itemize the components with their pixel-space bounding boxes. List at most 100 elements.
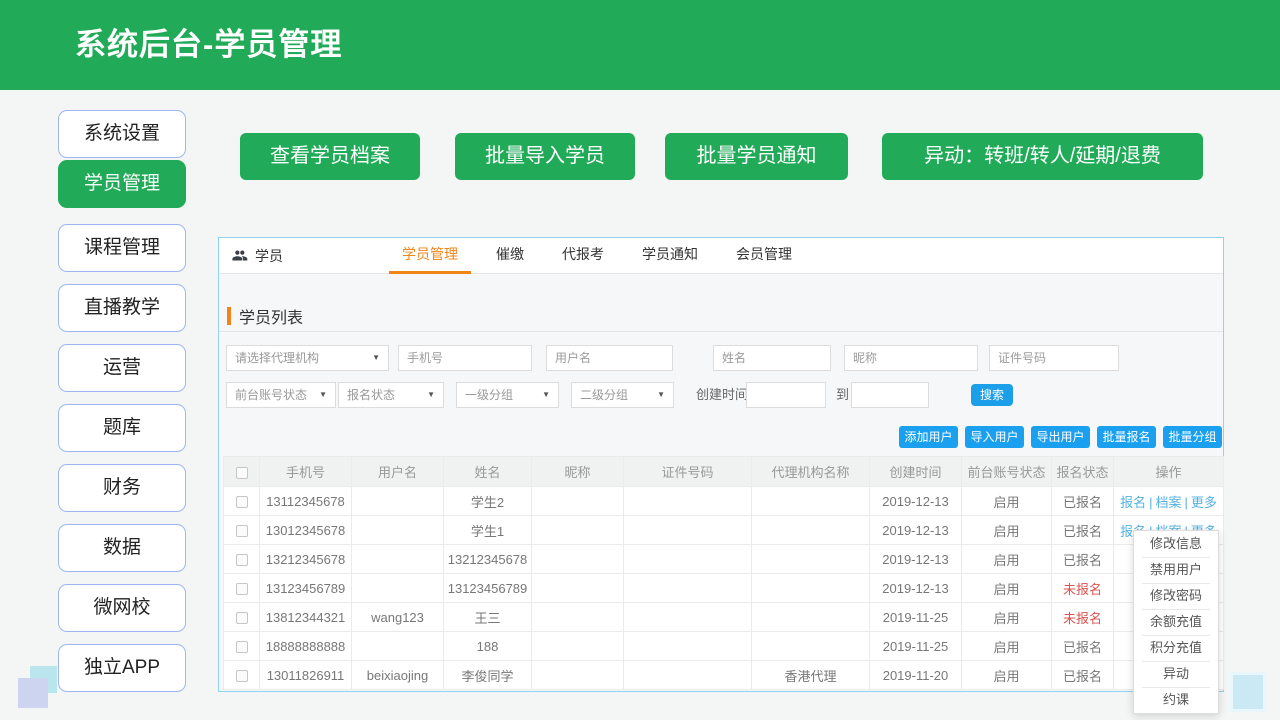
col-operations: 操作 — [1114, 457, 1224, 487]
cell-created: 2019-12-13 — [870, 574, 962, 603]
sidebar-item-student-management[interactable]: 学员管理 — [58, 160, 186, 208]
col-name: 姓名 — [444, 457, 532, 487]
menu-item-disable-user[interactable]: 禁用用户 — [1134, 557, 1218, 583]
group-level2-value: 二级分组 — [580, 388, 628, 402]
group-level1-select[interactable]: 一级分组 ▼ — [456, 382, 559, 408]
created-to-date-input[interactable] — [851, 382, 929, 408]
archive-link[interactable]: 档案 — [1155, 495, 1181, 510]
agency-select[interactable]: 请选择代理机构 ▼ — [226, 345, 389, 371]
more-link[interactable]: 更多 — [1191, 495, 1217, 510]
row-checkbox[interactable] — [236, 583, 248, 595]
view-student-archive-button[interactable]: 查看学员档案 — [240, 133, 420, 180]
account-status-select[interactable]: 前台账号状态 ▼ — [226, 382, 336, 408]
cell-username — [352, 545, 444, 574]
tab-student-notice[interactable]: 学员通知 — [629, 238, 711, 274]
decor-square-lavender — [18, 678, 48, 708]
cell-phone: 13812344321 — [260, 603, 352, 632]
menu-item-change-password[interactable]: 修改密码 — [1134, 583, 1218, 609]
username-input[interactable] — [546, 345, 673, 371]
col-account-status: 前台账号状态 — [962, 457, 1052, 487]
cell-signup-status: 已报名 — [1052, 487, 1114, 516]
sidebar-item-course-management[interactable]: 课程管理 — [58, 224, 186, 272]
tab-student-management[interactable]: 学员管理 — [389, 238, 471, 274]
menu-item-balance-recharge[interactable]: 余额充值 — [1134, 609, 1218, 635]
panel-tabs: 学员管理 催缴 代报考 学员通知 会员管理 — [383, 238, 811, 274]
row-checkbox[interactable] — [236, 525, 248, 537]
tab-proxy-exam[interactable]: 代报考 — [549, 238, 617, 274]
batch-signup-button[interactable]: 批量报名 — [1097, 426, 1156, 448]
nickname-input[interactable] — [844, 345, 978, 371]
cell-account-status: 启用 — [962, 603, 1052, 632]
cell-created: 2019-11-25 — [870, 603, 962, 632]
sidebar-item-operations[interactable]: 运营 — [58, 344, 186, 392]
row-checkbox[interactable] — [236, 496, 248, 508]
cell-id-number — [624, 487, 752, 516]
sidebar-item-finance[interactable]: 财务 — [58, 464, 186, 512]
tab-member-management[interactable]: 会员管理 — [723, 238, 805, 274]
table-row: 13212345678 13212345678 2019-12-13 启用 已报… — [224, 545, 1224, 574]
cell-nickname — [532, 603, 624, 632]
signup-status-select[interactable]: 报名状态 ▼ — [338, 382, 444, 408]
section-title: 学员列表 — [239, 304, 303, 328]
sidebar-item-data[interactable]: 数据 — [58, 524, 186, 572]
menu-item-edit-info[interactable]: 修改信息 — [1134, 531, 1218, 557]
phone-input[interactable] — [398, 345, 532, 371]
search-button[interactable]: 搜索 — [971, 384, 1013, 406]
cell-operations: 报名|档案|更多 — [1114, 487, 1224, 516]
created-from-date-input[interactable] — [746, 382, 826, 408]
import-users-button[interactable]: 导入用户 — [965, 426, 1024, 448]
signup-link[interactable]: 报名 — [1120, 495, 1146, 510]
export-users-button[interactable]: 导出用户 — [1031, 426, 1090, 448]
select-all-checkbox[interactable] — [236, 467, 248, 479]
agency-select-value: 请选择代理机构 — [235, 351, 319, 365]
cell-signup-status: 未报名 — [1052, 574, 1114, 603]
add-user-button[interactable]: 添加用户 — [899, 426, 958, 448]
col-nickname: 昵称 — [532, 457, 624, 487]
id-number-input[interactable] — [989, 345, 1119, 371]
menu-item-book-lesson[interactable]: 约课 — [1134, 687, 1218, 713]
menu-item-change[interactable]: 异动 — [1134, 661, 1218, 687]
sidebar: 系统设置 学员管理 课程管理 直播教学 运营 题库 财务 数据 微网校 独立AP… — [58, 110, 186, 704]
table-actions: 添加用户 导入用户 导出用户 批量报名 批量分组 — [219, 426, 1223, 448]
cell-name: 188 — [444, 632, 532, 661]
cell-name: 13212345678 — [444, 545, 532, 574]
group-level2-select[interactable]: 二级分组 ▼ — [571, 382, 674, 408]
cell-phone: 18888888888 — [260, 632, 352, 661]
batch-student-notify-button[interactable]: 批量学员通知 — [665, 133, 848, 180]
cell-phone: 13123456789 — [260, 574, 352, 603]
cell-id-number — [624, 603, 752, 632]
link-separator: | — [1149, 495, 1152, 510]
sidebar-item-live-teaching[interactable]: 直播教学 — [58, 284, 186, 332]
batch-group-button[interactable]: 批量分组 — [1163, 426, 1222, 448]
page-title: 系统后台-学员管理 — [75, 0, 342, 90]
cell-created: 2019-11-25 — [870, 632, 962, 661]
menu-item-points-recharge[interactable]: 积分充值 — [1134, 635, 1218, 661]
sidebar-item-system-settings[interactable]: 系统设置 — [58, 110, 186, 158]
student-change-button[interactable]: 异动：转班/转人/延期/退费 — [882, 133, 1203, 180]
cell-name: 13123456789 — [444, 574, 532, 603]
section-accent-bar — [227, 307, 231, 325]
signup-status-value: 报名状态 — [347, 388, 395, 402]
cell-agency — [752, 574, 870, 603]
sidebar-item-question-bank[interactable]: 题库 — [58, 404, 186, 452]
row-checkbox[interactable] — [236, 554, 248, 566]
row-checkbox[interactable] — [236, 670, 248, 682]
cell-name: 李俊同学 — [444, 661, 532, 690]
created-time-label: 创建时间 — [696, 382, 748, 408]
filter-row-1: 请选择代理机构 ▼ — [219, 345, 1223, 371]
chevron-down-icon: ▼ — [372, 346, 380, 370]
row-checkbox[interactable] — [236, 641, 248, 653]
batch-import-students-button[interactable]: 批量导入学员 — [455, 133, 635, 180]
tab-payment-reminder[interactable]: 催缴 — [483, 238, 537, 274]
sidebar-item-micro-school[interactable]: 微网校 — [58, 584, 186, 632]
cell-name: 学生1 — [444, 516, 532, 545]
cell-agency — [752, 632, 870, 661]
table-row: 13812344321 wang123 王三 2019-11-25 启用 未报名 — [224, 603, 1224, 632]
module-label: 学员 — [231, 246, 283, 266]
cell-signup-status: 已报名 — [1052, 545, 1114, 574]
cell-nickname — [532, 661, 624, 690]
cell-username: beixiaojing — [352, 661, 444, 690]
name-input[interactable] — [713, 345, 831, 371]
row-checkbox[interactable] — [236, 612, 248, 624]
sidebar-item-standalone-app[interactable]: 独立APP — [58, 644, 186, 692]
